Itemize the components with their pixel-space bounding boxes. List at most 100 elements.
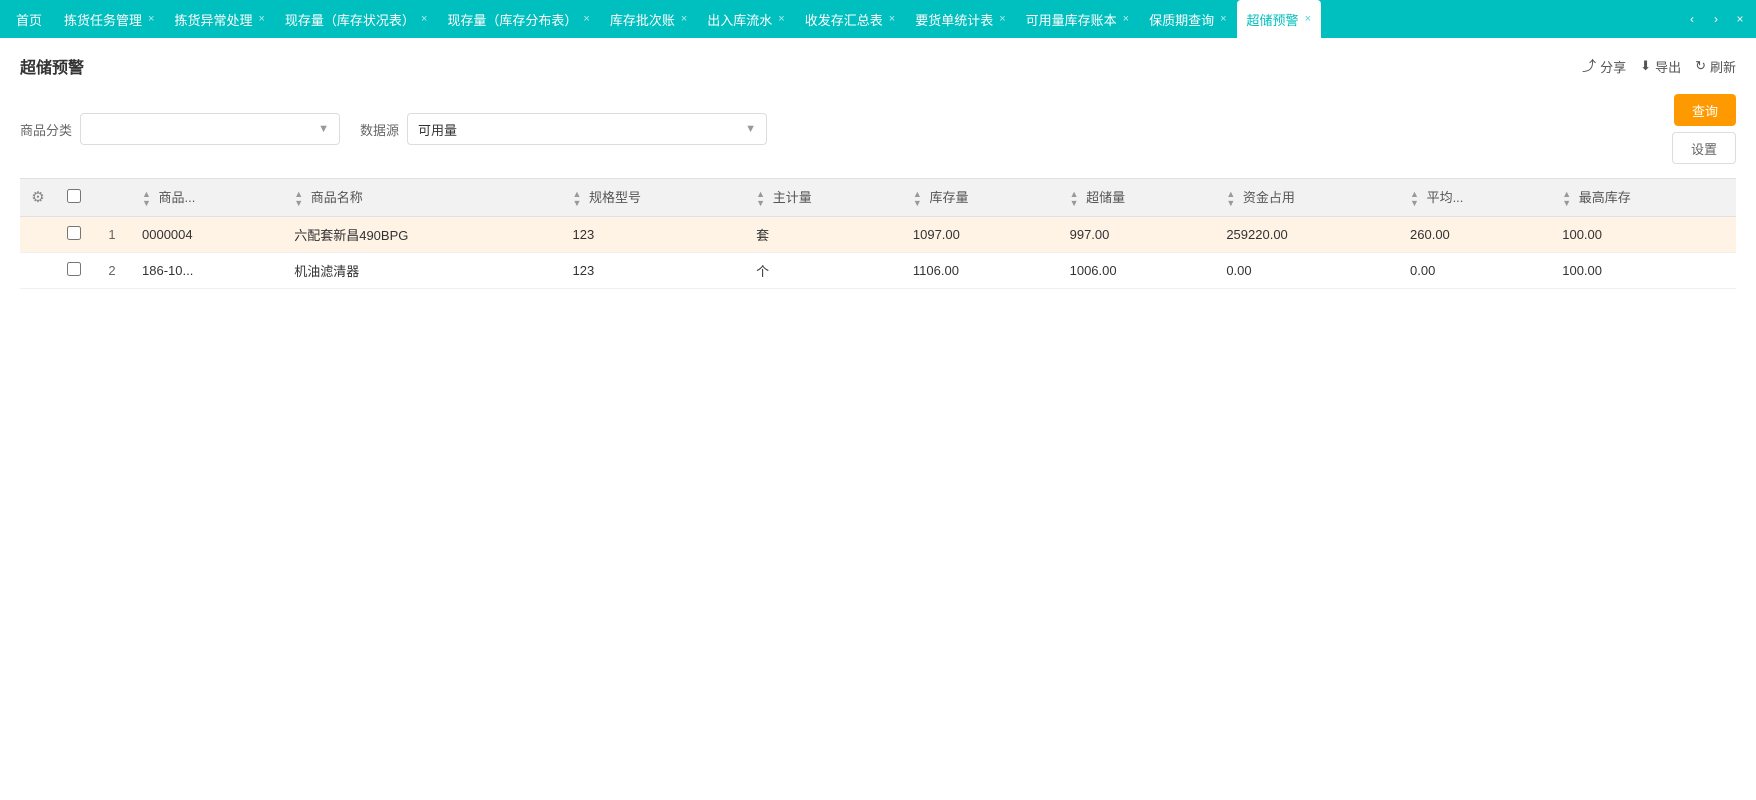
nav-tab-tab-1[interactable]: 拣货任务管理× [54, 0, 164, 38]
row-gear-1 [20, 252, 56, 288]
tab-close-tab-7[interactable]: × [889, 13, 895, 25]
nav-tab-tab-11[interactable]: 超储预警× [1237, 0, 1321, 38]
col-code-label: 商品... [159, 190, 196, 205]
row-check-1 [56, 252, 92, 288]
col-code-header[interactable]: ▲▼ 商品... [132, 179, 284, 217]
table-row: 1 0000004 六配套新昌490BPG 123 套 1097.00 997.… [20, 216, 1736, 252]
row-check-0 [56, 216, 92, 252]
tab-close-tab-5[interactable]: × [681, 13, 687, 25]
row-over-1: 1006.00 [1060, 252, 1217, 288]
share-label: 分享 [1600, 57, 1626, 76]
table-header-row: ⚙ ▲▼ 商品... ▲▼ 商品名称 ▲▼ 规格型号 [20, 179, 1736, 217]
row-unit-0: 套 [746, 216, 903, 252]
nav-tab-tab-6[interactable]: 出入库流水× [697, 0, 794, 38]
col-stock-label: 库存量 [929, 190, 968, 205]
category-label: 商品分类 [20, 120, 72, 139]
refresh-button[interactable]: ↻ 刷新 [1695, 57, 1736, 76]
tab-close-tab-8[interactable]: × [999, 13, 1005, 25]
col-unit-label: 主计量 [773, 190, 812, 205]
nav-tab-tab-2[interactable]: 拣货异常处理× [164, 0, 274, 38]
query-button[interactable]: 查询 [1674, 94, 1736, 126]
col-name-header[interactable]: ▲▼ 商品名称 [284, 179, 562, 217]
category-select[interactable]: ▼ [80, 113, 340, 145]
settings-button[interactable]: 设置 [1672, 132, 1736, 164]
tab-close-tab-6[interactable]: × [778, 13, 784, 25]
nav-arrows: ‹ › × [1680, 0, 1752, 38]
select-all-checkbox[interactable] [67, 189, 81, 203]
export-icon: ⬇ [1640, 58, 1651, 74]
row-gear-0 [20, 216, 56, 252]
nav-tab-tab-3[interactable]: 现存量（库存状况表）× [275, 0, 437, 38]
nav-next-button[interactable]: › [1704, 0, 1728, 38]
col-no-header [92, 179, 132, 217]
row-spec-1: 123 [562, 252, 746, 288]
col-stock-header[interactable]: ▲▼ 库存量 [903, 179, 1060, 217]
datasource-value: 可用量 [418, 120, 457, 139]
top-nav: 首页 拣货任务管理×拣货异常处理×现存量（库存状况表）×现存量（库存分布表）×库… [0, 0, 1756, 38]
row-max-1: 100.00 [1552, 252, 1736, 288]
tab-close-tab-9[interactable]: × [1123, 13, 1129, 25]
tab-close-tab-4[interactable]: × [583, 13, 589, 25]
refresh-label: 刷新 [1710, 57, 1736, 76]
col-spec-header[interactable]: ▲▼ 规格型号 [562, 179, 746, 217]
data-table: ⚙ ▲▼ 商品... ▲▼ 商品名称 ▲▼ 规格型号 [20, 178, 1736, 289]
col-avg-header[interactable]: ▲▼ 平均... [1400, 179, 1552, 217]
sort-over-icon: ▲▼ [1070, 190, 1079, 208]
tab-close-tab-2[interactable]: × [258, 13, 264, 25]
col-over-label: 超储量 [1086, 190, 1125, 205]
row-capital-1: 0.00 [1216, 252, 1400, 288]
table-header: ⚙ ▲▼ 商品... ▲▼ 商品名称 ▲▼ 规格型号 [20, 179, 1736, 217]
row-checkbox-1[interactable] [67, 262, 81, 276]
tab-close-tab-11[interactable]: × [1305, 13, 1311, 25]
table-body: 1 0000004 六配套新昌490BPG 123 套 1097.00 997.… [20, 216, 1736, 288]
nav-home[interactable]: 首页 [4, 0, 54, 38]
row-over-0: 997.00 [1060, 216, 1217, 252]
nav-prev-button[interactable]: ‹ [1680, 0, 1704, 38]
row-unit-1: 个 [746, 252, 903, 288]
row-stock-1: 1106.00 [903, 252, 1060, 288]
col-max-header[interactable]: ▲▼ 最高库存 [1552, 179, 1736, 217]
tab-close-tab-3[interactable]: × [421, 13, 427, 25]
tab-close-tab-1[interactable]: × [148, 13, 154, 25]
nav-tabs: 拣货任务管理×拣货异常处理×现存量（库存状况表）×现存量（库存分布表）×库存批次… [54, 0, 1680, 38]
nav-close-button[interactable]: × [1728, 0, 1752, 38]
tab-close-tab-10[interactable]: × [1220, 13, 1226, 25]
nav-tab-tab-5[interactable]: 库存批次账× [600, 0, 697, 38]
sort-unit-icon: ▲▼ [756, 190, 765, 208]
row-stock-0: 1097.00 [903, 216, 1060, 252]
row-name-1: 机油滤清器 [284, 252, 562, 288]
row-avg-1: 0.00 [1400, 252, 1552, 288]
sort-code-icon: ▲▼ [142, 190, 151, 208]
col-capital-label: 资金占用 [1243, 190, 1295, 205]
page-title: 超储预警 [20, 54, 84, 78]
sort-avg-icon: ▲▼ [1410, 190, 1419, 208]
nav-tab-tab-9[interactable]: 可用量库存账本× [1016, 0, 1139, 38]
category-arrow-icon: ▼ [318, 123, 329, 135]
row-max-0: 100.00 [1552, 216, 1736, 252]
nav-tab-tab-10[interactable]: 保质期查询× [1139, 0, 1236, 38]
row-code-1: 186-10... [132, 252, 284, 288]
nav-tab-tab-7[interactable]: 收发存汇总表× [795, 0, 905, 38]
datasource-label: 数据源 [360, 120, 399, 139]
sort-capital-icon: ▲▼ [1226, 190, 1235, 208]
nav-tab-tab-4[interactable]: 现存量（库存分布表）× [437, 0, 599, 38]
main-content: 超储预警 ⤴ 分享 ⬇ 导出 ↻ 刷新 商品分类 ▼ 数据源 [0, 38, 1756, 800]
share-button[interactable]: ⤴ 分享 [1582, 56, 1626, 76]
nav-tab-tab-8[interactable]: 要货单统计表× [905, 0, 1015, 38]
datasource-filter: 数据源 可用量 ▼ [360, 113, 767, 145]
sort-max-icon: ▲▼ [1562, 190, 1571, 208]
col-unit-header[interactable]: ▲▼ 主计量 [746, 179, 903, 217]
col-over-header[interactable]: ▲▼ 超储量 [1060, 179, 1217, 217]
datasource-select[interactable]: 可用量 ▼ [407, 113, 767, 145]
col-name-label: 商品名称 [311, 190, 363, 205]
col-capital-header[interactable]: ▲▼ 资金占用 [1216, 179, 1400, 217]
export-label: 导出 [1655, 57, 1681, 76]
filter-row: 商品分类 ▼ 数据源 可用量 ▼ 查询 设置 [20, 94, 1736, 164]
sort-name-icon: ▲▼ [294, 190, 303, 208]
row-capital-0: 259220.00 [1216, 216, 1400, 252]
refresh-icon: ↻ [1695, 58, 1706, 74]
export-button[interactable]: ⬇ 导出 [1640, 57, 1681, 76]
row-checkbox-0[interactable] [67, 226, 81, 240]
gear-icon[interactable]: ⚙ [30, 188, 46, 206]
row-no-0: 1 [92, 216, 132, 252]
